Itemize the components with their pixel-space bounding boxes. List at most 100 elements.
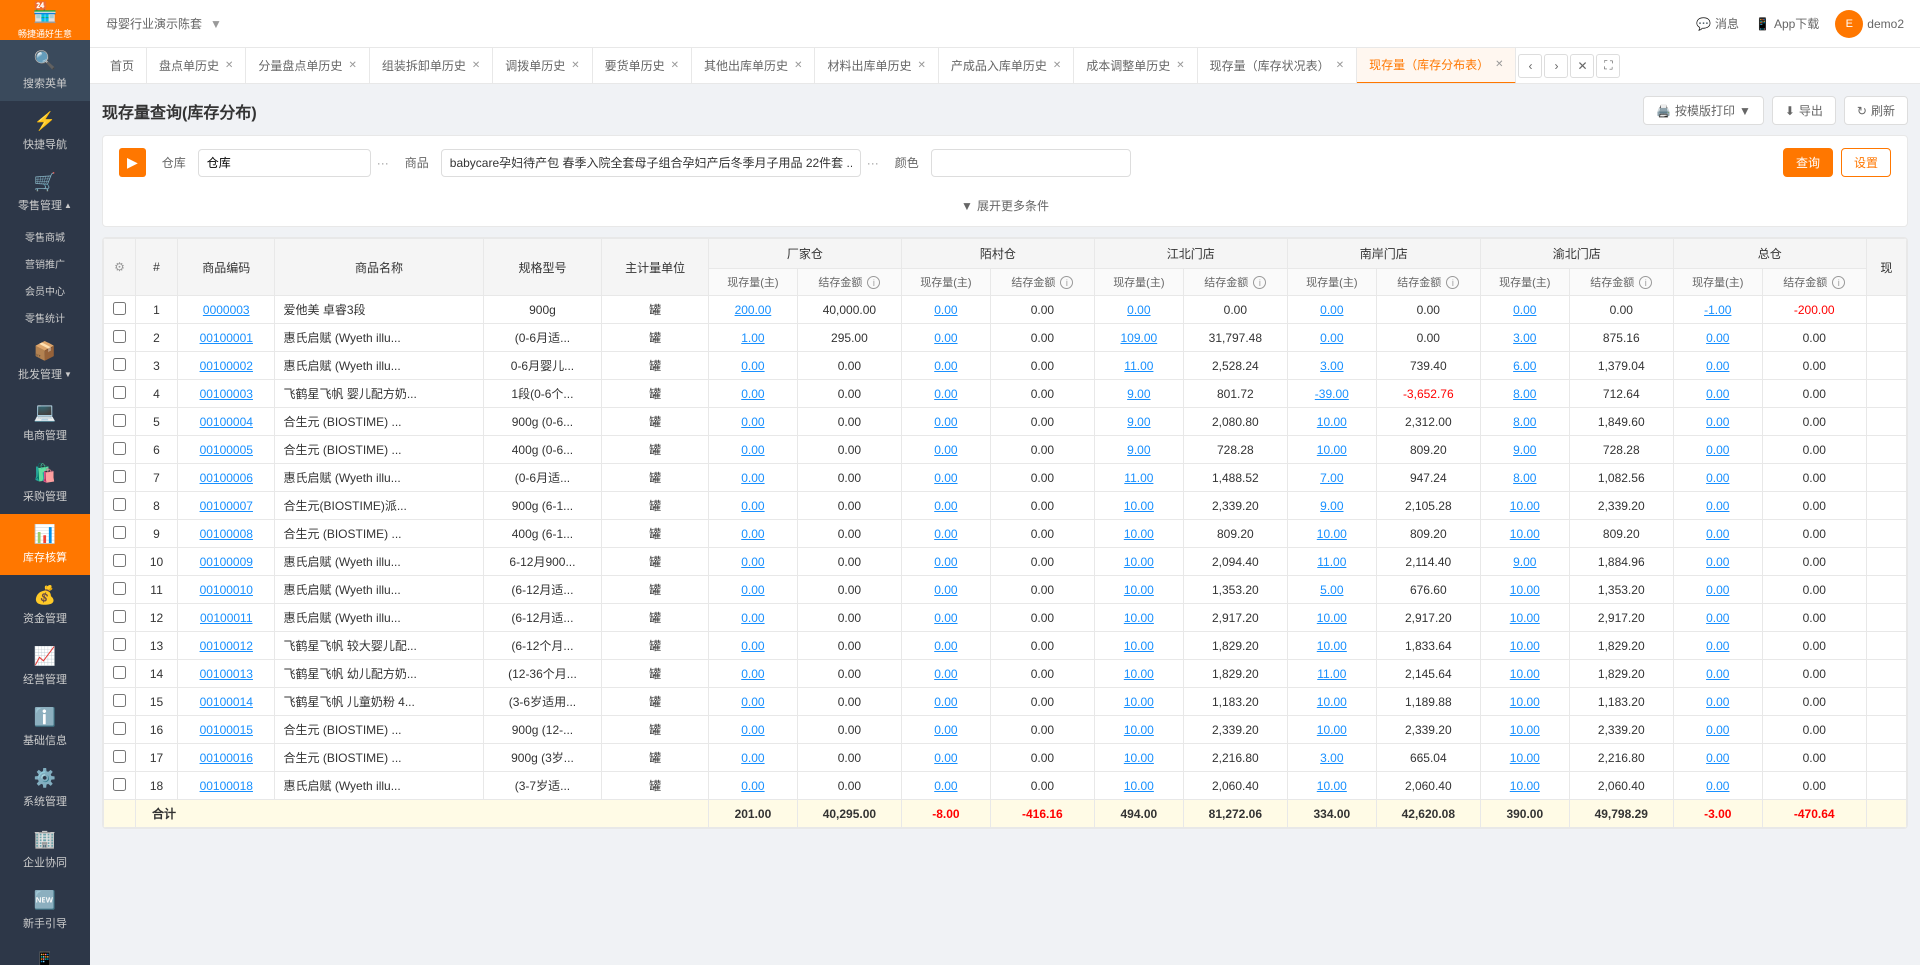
row-checkbox[interactable] <box>104 296 136 324</box>
row-wh2-qty[interactable]: 0.00 <box>901 408 990 436</box>
row-wh2-qty[interactable]: 0.00 <box>901 772 990 800</box>
row-wh2-qty[interactable]: 0.00 <box>901 576 990 604</box>
row-wh4-qty[interactable]: 10.00 <box>1287 772 1376 800</box>
col-settings[interactable]: ⚙ <box>104 239 136 296</box>
row-wh4-qty[interactable]: 3.00 <box>1287 352 1376 380</box>
tab-stock-dist[interactable]: 现存量（库存分布表） ✕ <box>1357 48 1516 84</box>
row-total-qty[interactable]: 0.00 <box>1673 548 1762 576</box>
row-wh3-qty[interactable]: 9.00 <box>1094 380 1183 408</box>
row-wh1-qty[interactable]: 0.00 <box>708 352 797 380</box>
info-icon[interactable]: i <box>1832 276 1845 289</box>
goods-input[interactable] <box>441 149 861 177</box>
row-wh4-qty[interactable]: 0.00 <box>1287 324 1376 352</box>
row-wh3-qty[interactable]: 9.00 <box>1094 436 1183 464</box>
row-total-qty[interactable]: 0.00 <box>1673 436 1762 464</box>
sidebar-item-sub-retail3[interactable]: 会员中心 <box>0 277 90 304</box>
row-checkbox[interactable] <box>104 744 136 772</box>
row-wh3-qty[interactable]: 11.00 <box>1094 352 1183 380</box>
row-wh2-qty[interactable]: 0.00 <box>901 324 990 352</box>
row-wh5-qty[interactable]: 10.00 <box>1480 492 1569 520</box>
info-icon[interactable]: i <box>1253 276 1266 289</box>
row-wh2-qty[interactable]: 0.00 <box>901 716 990 744</box>
info-icon[interactable]: i <box>867 276 880 289</box>
row-wh4-qty[interactable]: 11.00 <box>1287 548 1376 576</box>
tab-close-icon[interactable]: ✕ <box>348 60 356 71</box>
row-wh1-qty[interactable]: 0.00 <box>708 492 797 520</box>
app-download-btn[interactable]: 📱 App下载 <box>1755 15 1819 32</box>
tab-material-out[interactable]: 材料出库单历史 ✕ <box>815 48 938 84</box>
row-wh1-qty[interactable]: 0.00 <box>708 520 797 548</box>
color-input[interactable] <box>931 149 1131 177</box>
row-total-qty[interactable]: -1.00 <box>1673 296 1762 324</box>
row-checkbox[interactable] <box>104 380 136 408</box>
row-total-qty[interactable]: 0.00 <box>1673 492 1762 520</box>
row-wh5-qty[interactable]: 9.00 <box>1480 436 1569 464</box>
row-wh2-qty[interactable]: 0.00 <box>901 352 990 380</box>
row-checkbox[interactable] <box>104 352 136 380</box>
tab-other-out[interactable]: 其他出库单历史 ✕ <box>692 48 815 84</box>
row-checkbox[interactable] <box>104 716 136 744</box>
sidebar-item-basic[interactable]: ℹ️ 基础信息 <box>0 697 90 758</box>
row-wh3-qty[interactable]: 10.00 <box>1094 576 1183 604</box>
warehouse-picker-btn[interactable]: ··· <box>377 156 389 170</box>
row-wh5-qty[interactable]: 10.00 <box>1480 688 1569 716</box>
row-checkbox[interactable] <box>104 324 136 352</box>
tab-close-icon[interactable]: ✕ <box>1336 60 1344 71</box>
sidebar-item-system[interactable]: ⚙️ 系统管理 <box>0 758 90 819</box>
row-wh3-qty[interactable]: 10.00 <box>1094 520 1183 548</box>
row-wh2-qty[interactable]: 0.00 <box>901 660 990 688</box>
row-wh4-qty[interactable]: 3.00 <box>1287 744 1376 772</box>
row-wh5-qty[interactable]: 8.00 <box>1480 408 1569 436</box>
row-wh3-qty[interactable]: 109.00 <box>1094 324 1183 352</box>
row-wh3-qty[interactable]: 10.00 <box>1094 548 1183 576</box>
row-checkbox[interactable] <box>104 548 136 576</box>
tab-close-icon[interactable]: ✕ <box>225 60 233 71</box>
row-wh3-qty[interactable]: 0.00 <box>1094 296 1183 324</box>
row-total-qty[interactable]: 0.00 <box>1673 352 1762 380</box>
row-wh4-qty[interactable]: 10.00 <box>1287 408 1376 436</box>
sidebar-item-inventory[interactable]: 📊 库存核算 <box>0 514 90 575</box>
sidebar-item-wholesale[interactable]: 📦 批发管理 ▼ <box>0 331 90 392</box>
row-wh4-qty[interactable]: 5.00 <box>1287 576 1376 604</box>
row-code[interactable]: 00100001 <box>178 324 275 352</box>
row-wh1-qty[interactable]: 0.00 <box>708 744 797 772</box>
row-wh4-qty[interactable]: 10.00 <box>1287 632 1376 660</box>
row-wh3-qty[interactable]: 10.00 <box>1094 772 1183 800</box>
row-code[interactable]: 00100015 <box>178 716 275 744</box>
row-code[interactable]: 00100002 <box>178 352 275 380</box>
collapse-arrow-btn[interactable]: ▶ <box>119 148 146 177</box>
sidebar-item-operations[interactable]: 📈 经营管理 <box>0 636 90 697</box>
tab-home[interactable]: 首页 <box>98 48 147 84</box>
row-wh2-qty[interactable]: 0.00 <box>901 296 990 324</box>
row-wh2-qty[interactable]: 0.00 <box>901 632 990 660</box>
row-wh1-qty[interactable]: 0.00 <box>708 436 797 464</box>
tab-prev-btn[interactable]: ‹ <box>1518 54 1542 78</box>
user-menu[interactable]: E demo2 <box>1835 10 1904 38</box>
tab-close-icon[interactable]: ✕ <box>571 60 579 71</box>
row-code[interactable]: 00100016 <box>178 744 275 772</box>
row-wh4-qty[interactable]: 7.00 <box>1287 464 1376 492</box>
sidebar-item-finance[interactable]: 💰 资金管理 <box>0 575 90 636</box>
row-wh1-qty[interactable]: 1.00 <box>708 324 797 352</box>
row-wh4-qty[interactable]: 10.00 <box>1287 716 1376 744</box>
info-icon[interactable]: i <box>1446 276 1459 289</box>
row-wh5-qty[interactable]: 10.00 <box>1480 632 1569 660</box>
row-wh5-qty[interactable]: 10.00 <box>1480 744 1569 772</box>
row-total-qty[interactable]: 0.00 <box>1673 464 1762 492</box>
row-wh3-qty[interactable]: 10.00 <box>1094 688 1183 716</box>
sidebar-item-retail[interactable]: 🛒 零售管理 ▲ <box>0 162 90 223</box>
row-checkbox[interactable] <box>104 688 136 716</box>
row-checkbox[interactable] <box>104 492 136 520</box>
row-wh2-qty[interactable]: 0.00 <box>901 604 990 632</box>
row-total-qty[interactable]: 0.00 <box>1673 716 1762 744</box>
tab-close-icon[interactable]: ✕ <box>1176 60 1184 71</box>
row-wh5-qty[interactable]: 10.00 <box>1480 772 1569 800</box>
row-checkbox[interactable] <box>104 408 136 436</box>
tab-close-icon[interactable]: ✕ <box>671 60 679 71</box>
row-code[interactable]: 0000003 <box>178 296 275 324</box>
info-icon[interactable]: i <box>1060 276 1073 289</box>
tab-cost-adjust[interactable]: 成本调整单历史 ✕ <box>1074 48 1197 84</box>
sidebar-item-search[interactable]: 🔍 搜索英单 <box>0 40 90 101</box>
row-total-qty[interactable]: 0.00 <box>1673 576 1762 604</box>
row-wh3-qty[interactable]: 9.00 <box>1094 408 1183 436</box>
